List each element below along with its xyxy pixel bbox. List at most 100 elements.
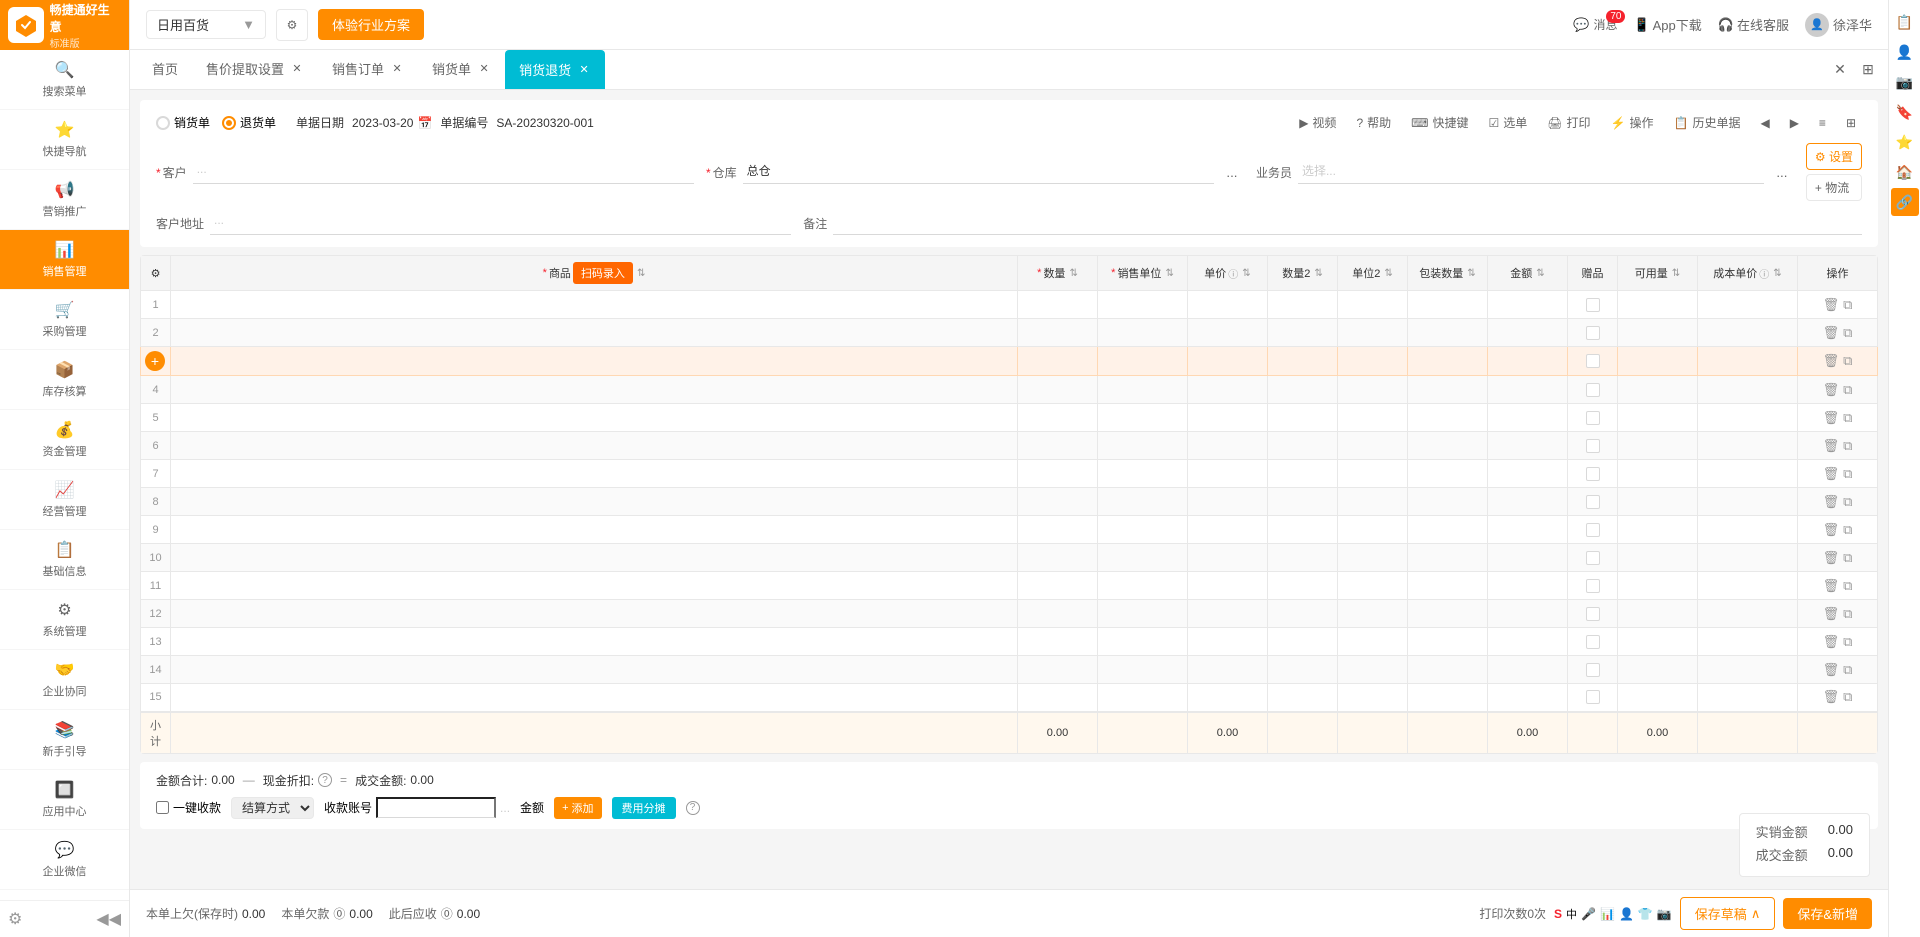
tab-close-icon[interactable]: ✕ (577, 63, 591, 77)
qty2-cell[interactable] (1268, 600, 1338, 628)
delete-icon[interactable]: 🗑 (1823, 297, 1840, 313)
price-cell[interactable] (1188, 376, 1268, 404)
unit-cell[interactable] (1098, 404, 1188, 432)
delete-icon[interactable]: 🗑 (1823, 382, 1840, 398)
available-cell[interactable] (1618, 572, 1698, 600)
unit2-cell[interactable] (1338, 600, 1408, 628)
shortcuts-btn[interactable]: ⌨ 快捷键 (1405, 112, 1474, 133)
salesperson-input[interactable]: 选择... (1298, 160, 1764, 184)
product-cell[interactable] (171, 319, 1018, 347)
pack-qty-cell[interactable] (1408, 684, 1488, 712)
delete-icon[interactable]: 🗑 (1823, 606, 1840, 622)
price-cell[interactable] (1188, 684, 1268, 712)
pack-qty-cell[interactable] (1408, 291, 1488, 319)
qty2-cell[interactable] (1268, 291, 1338, 319)
qty-cell[interactable] (1018, 684, 1098, 712)
price-cell[interactable] (1188, 291, 1268, 319)
product-cell[interactable] (171, 488, 1018, 516)
pack-qty-cell[interactable] (1408, 376, 1488, 404)
print-btn[interactable]: 🖨 打印 (1541, 112, 1596, 133)
product-input[interactable] (175, 355, 1013, 367)
gift-cell[interactable] (1568, 376, 1618, 404)
gift-checkbox[interactable] (1586, 411, 1600, 425)
qty-cell[interactable] (1018, 319, 1098, 347)
available-cell[interactable] (1618, 516, 1698, 544)
amount-cell[interactable] (1488, 600, 1568, 628)
tab-sales[interactable]: 销货单 ✕ (418, 50, 505, 89)
copy-icon[interactable]: ⧉ (1843, 438, 1852, 454)
price-cell[interactable] (1188, 656, 1268, 684)
amount-cell[interactable] (1488, 684, 1568, 712)
settings-side-btn[interactable]: ⚙ 设置 (1806, 143, 1862, 170)
qty-cell[interactable] (1018, 628, 1098, 656)
gift-checkbox[interactable] (1586, 690, 1600, 704)
cost-price-cell[interactable] (1698, 432, 1798, 460)
sidebar-item-inventory[interactable]: 📦 库存核算 (0, 350, 129, 410)
sidebar-item-shortcut[interactable]: ⭐ 快捷导航 (0, 110, 129, 170)
amount-cell[interactable] (1488, 544, 1568, 572)
price-cell[interactable] (1188, 432, 1268, 460)
trial-btn[interactable]: 体验行业方案 (318, 9, 424, 40)
copy-icon[interactable]: ⧉ (1843, 522, 1852, 538)
expense-help-icon[interactable]: ? (686, 801, 700, 815)
user-menu[interactable]: 👤 徐泽华 (1805, 13, 1872, 37)
logistics-btn[interactable]: + 物流 (1806, 174, 1862, 201)
available-cell[interactable] (1618, 544, 1698, 572)
add-payment-btn[interactable]: + 添加 (554, 797, 601, 819)
unit-cell[interactable] (1098, 572, 1188, 600)
video-btn[interactable]: ▶ 视频 (1293, 112, 1342, 133)
sort-icon[interactable]: ⇅ (1069, 268, 1077, 279)
gift-checkbox[interactable] (1586, 326, 1600, 340)
copy-icon[interactable]: ⧉ (1843, 634, 1852, 650)
qty2-cell[interactable] (1268, 460, 1338, 488)
unit-cell[interactable] (1098, 432, 1188, 460)
gift-checkbox[interactable] (1586, 607, 1600, 621)
unit2-cell[interactable] (1338, 628, 1408, 656)
gift-cell[interactable] (1568, 628, 1618, 656)
panel-btn-2[interactable]: 👤 (1891, 38, 1919, 66)
product-cell[interactable] (171, 404, 1018, 432)
unit2-cell[interactable] (1338, 460, 1408, 488)
pack-qty-cell[interactable] (1408, 600, 1488, 628)
payment-method-select[interactable]: 结算方式 (231, 797, 314, 819)
sidebar-item-marketing[interactable]: 📢 营销推广 (0, 170, 129, 230)
unit2-cell[interactable] (1338, 347, 1408, 376)
available-cell[interactable] (1618, 684, 1698, 712)
qty2-cell[interactable] (1268, 376, 1338, 404)
list-view-btn[interactable]: ≡ (1813, 114, 1832, 132)
delete-icon[interactable]: 🗑 (1823, 438, 1840, 454)
amount-cell[interactable] (1488, 347, 1568, 376)
cost-price-cell[interactable] (1698, 319, 1798, 347)
price-cell[interactable] (1188, 572, 1268, 600)
sort-icon[interactable]: ⇅ (637, 268, 645, 279)
copy-icon[interactable]: ⧉ (1843, 382, 1852, 398)
unit2-cell[interactable] (1338, 319, 1408, 347)
tab-close-icon[interactable]: ✕ (390, 62, 404, 76)
qty2-cell[interactable] (1268, 516, 1338, 544)
qty2-cell[interactable] (1268, 432, 1338, 460)
available-cell[interactable] (1618, 488, 1698, 516)
gift-checkbox[interactable] (1586, 523, 1600, 537)
unit2-cell[interactable] (1338, 291, 1408, 319)
sidebar-item-basic[interactable]: 📋 基础信息 (0, 530, 129, 590)
copy-icon[interactable]: ⧉ (1843, 297, 1852, 313)
amount-cell[interactable] (1488, 488, 1568, 516)
delete-icon[interactable]: 🗑 (1823, 466, 1840, 482)
gift-checkbox[interactable] (1586, 467, 1600, 481)
gift-cell[interactable] (1568, 544, 1618, 572)
cost-price-cell[interactable] (1698, 376, 1798, 404)
save-new-btn[interactable]: 保存&新增 (1783, 898, 1872, 929)
amount-cell[interactable] (1488, 319, 1568, 347)
tabs-menu-btn[interactable]: ⊞ (1856, 58, 1880, 82)
panel-btn-1[interactable]: 📋 (1891, 8, 1919, 36)
online-service-btn[interactable]: 🎧 在线客服 (1718, 15, 1789, 34)
delete-icon[interactable]: 🗑 (1823, 578, 1840, 594)
cost-price-cell[interactable] (1698, 544, 1798, 572)
sidebar-item-enterprise[interactable]: 🤝 企业协同 (0, 650, 129, 710)
th-settings[interactable]: ⚙ (141, 256, 171, 291)
sort-icon[interactable]: ⇅ (1467, 268, 1475, 279)
gift-checkbox[interactable] (1586, 579, 1600, 593)
sidebar-item-wechat[interactable]: 💬 企业微信 (0, 830, 129, 890)
qty2-cell[interactable] (1268, 684, 1338, 712)
unit2-cell[interactable] (1338, 376, 1408, 404)
